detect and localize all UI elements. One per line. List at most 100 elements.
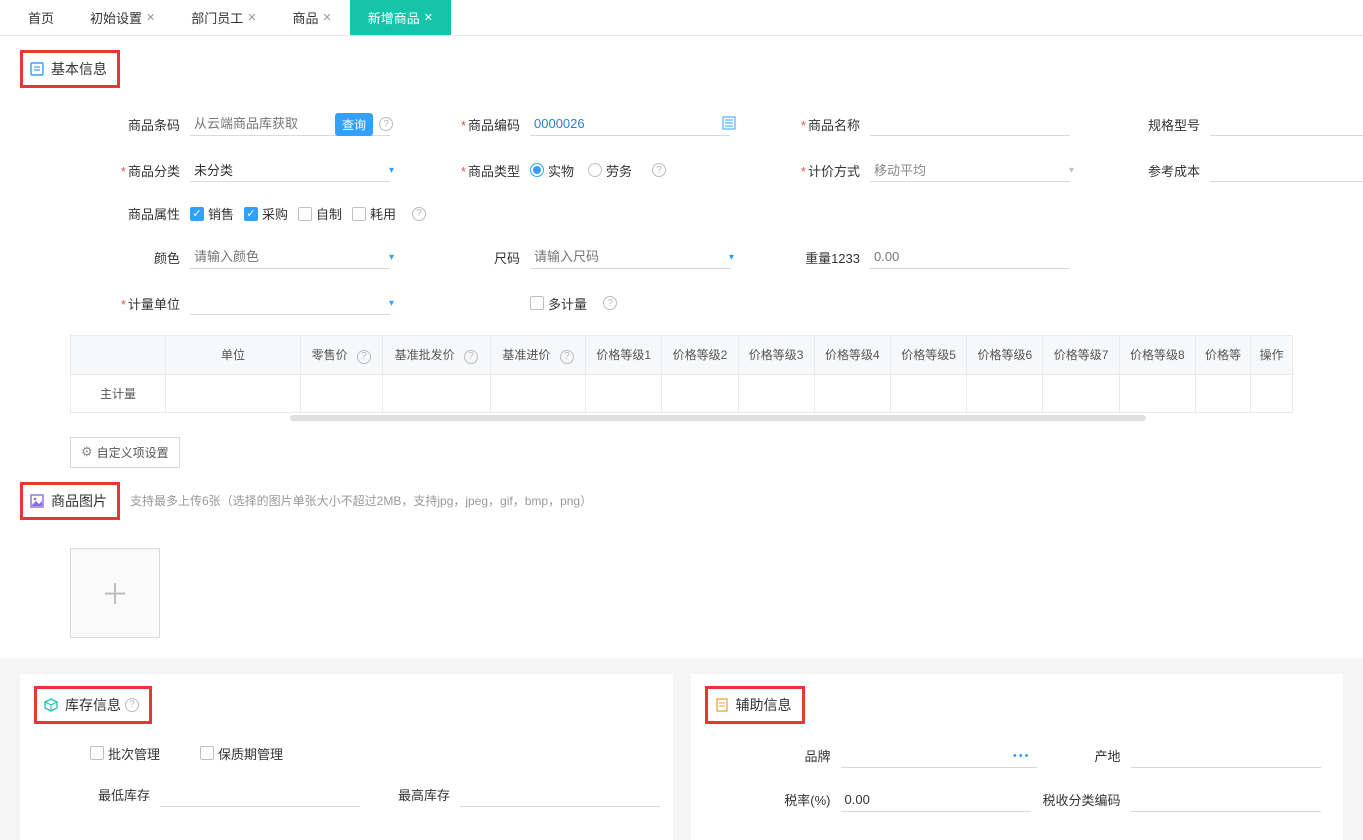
section-stock-head: 库存信息 ? — [20, 674, 673, 736]
th-action: 操作 — [1251, 336, 1293, 375]
label-weight: 重量1233 — [740, 248, 870, 267]
form-icon — [29, 61, 45, 77]
cell-main-unit: 主计量 — [71, 374, 166, 412]
th-lvl8: 价格等级8 — [1119, 336, 1195, 375]
query-button[interactable]: 查询 — [335, 113, 373, 136]
th-lvl3: 价格等级3 — [738, 336, 814, 375]
section-title: 辅助信息 — [736, 695, 792, 715]
section-image-head: 商品图片 支持最多上传6张（选择的图片单张大小不超过2MB，支持jpg，jpeg… — [20, 468, 1343, 534]
help-icon: ? — [125, 698, 139, 712]
th-lvl4: 价格等级4 — [814, 336, 890, 375]
spec-input[interactable] — [1210, 112, 1363, 136]
th-blank — [71, 336, 166, 375]
label-pricing: *计价方式 — [740, 161, 870, 180]
label-name: *商品名称 — [740, 115, 870, 134]
help-icon: ? — [357, 350, 371, 364]
label-color: 颜色 — [40, 248, 190, 267]
table-row[interactable]: 主计量 — [71, 374, 1293, 412]
label-taxrate: 税率(%) — [721, 790, 841, 809]
check-multi-unit[interactable]: 多计量 — [530, 294, 587, 313]
custom-fields-button[interactable]: ⚙自定义项设置 — [70, 437, 180, 468]
close-icon[interactable]: ✕ — [146, 11, 155, 24]
th-lvl2: 价格等级2 — [662, 336, 738, 375]
h-scrollbar[interactable] — [290, 415, 1146, 421]
tab-init[interactable]: 初始设置✕ — [72, 0, 173, 35]
label-refcost: 参考成本 — [1080, 161, 1210, 180]
th-lvl7: 价格等级7 — [1043, 336, 1119, 375]
price-table: 单位 零售价 ? 基准批发价 ? 基准进价 ? 价格等级1 价格等级2 价格等级… — [70, 335, 1293, 413]
tab-bar: 首页 初始设置✕ 部门员工✕ 商品✕ 新增商品✕ — [0, 0, 1363, 36]
section-basic-head: 基本信息 — [20, 36, 1343, 102]
th-lvl-more: 价格等 — [1195, 336, 1250, 375]
taxcode-input[interactable] — [1131, 788, 1321, 812]
list-icon[interactable] — [722, 116, 736, 133]
help-icon: ? — [560, 350, 574, 364]
th-lvl6: 价格等级6 — [967, 336, 1043, 375]
upload-button[interactable]: ＋ — [70, 548, 160, 638]
th-retail: 零售价 ? — [301, 336, 383, 375]
close-icon[interactable]: ✕ — [424, 11, 433, 24]
check-buy[interactable]: 采购 — [244, 204, 288, 223]
tab-new-product[interactable]: 新增商品✕ — [350, 0, 451, 35]
label-type: *商品类型 — [400, 161, 530, 180]
check-consume[interactable]: 耗用 — [352, 204, 396, 223]
tab-home[interactable]: 首页 — [10, 0, 72, 35]
check-shelf[interactable]: 保质期管理 — [200, 744, 283, 763]
section-title: 基本信息 — [51, 59, 107, 79]
label-spec: 规格型号 — [1080, 115, 1210, 134]
label-barcode: 商品条码 — [40, 115, 190, 134]
taxrate-input[interactable] — [841, 788, 1031, 812]
label-maxstock: 最高库存 — [360, 785, 460, 804]
close-icon[interactable]: ✕ — [323, 11, 332, 24]
category-select[interactable] — [190, 158, 390, 182]
label-unit: *计量单位 — [40, 294, 190, 313]
pricing-select[interactable] — [870, 158, 1070, 182]
check-sale[interactable]: 销售 — [190, 204, 234, 223]
section-title: 商品图片 — [51, 491, 107, 511]
radio-real[interactable]: 实物 — [530, 161, 574, 180]
box-icon — [43, 697, 59, 713]
unit-select[interactable] — [190, 291, 390, 315]
maxstock-input[interactable] — [460, 783, 660, 807]
th-lvl5: 价格等级5 — [891, 336, 967, 375]
th-purchase: 基准进价 ? — [491, 336, 586, 375]
label-code: *商品编码 — [400, 115, 530, 134]
brand-input[interactable] — [841, 744, 1037, 768]
label-brand: 品牌 — [721, 746, 841, 765]
help-icon: ? — [412, 207, 426, 221]
close-icon[interactable]: ✕ — [247, 11, 256, 24]
help-icon: ? — [603, 296, 617, 310]
doc-icon — [714, 697, 730, 713]
refcost-input[interactable] — [1210, 158, 1363, 182]
section-title: 库存信息 — [65, 695, 121, 715]
color-input[interactable] — [190, 245, 390, 269]
label-category: *商品分类 — [40, 161, 190, 180]
minstock-input[interactable] — [160, 783, 360, 807]
more-icon[interactable]: ••• — [1013, 750, 1031, 762]
weight-input[interactable] — [870, 245, 1070, 269]
section-aux-head: 辅助信息 — [691, 674, 1344, 736]
label-size: 尺码 — [400, 248, 530, 267]
tab-product[interactable]: 商品✕ — [274, 0, 349, 35]
label-attr: 商品属性 — [40, 204, 190, 223]
check-batch[interactable]: 批次管理 — [90, 744, 160, 763]
th-lvl1: 价格等级1 — [586, 336, 662, 375]
label-minstock: 最低库存 — [90, 785, 160, 804]
help-icon: ? — [379, 117, 393, 131]
image-hint: 支持最多上传6张（选择的图片单张大小不超过2MB，支持jpg，jpeg，gif，… — [130, 492, 592, 509]
gear-icon: ⚙ — [81, 444, 93, 460]
help-icon: ? — [464, 350, 478, 364]
plus-icon: ＋ — [101, 573, 129, 613]
tab-dept[interactable]: 部门员工✕ — [173, 0, 274, 35]
th-wholesale: 基准批发价 ? — [382, 336, 491, 375]
size-input[interactable] — [530, 245, 730, 269]
name-input[interactable] — [870, 112, 1070, 136]
label-origin: 产地 — [1031, 746, 1131, 765]
th-unit: 单位 — [166, 336, 301, 375]
radio-service[interactable]: 劳务 — [588, 161, 632, 180]
help-icon: ? — [652, 163, 666, 177]
origin-input[interactable] — [1131, 744, 1321, 768]
check-self[interactable]: 自制 — [298, 204, 342, 223]
label-taxcode: 税收分类编码 — [1031, 790, 1131, 809]
code-input[interactable] — [530, 112, 730, 136]
